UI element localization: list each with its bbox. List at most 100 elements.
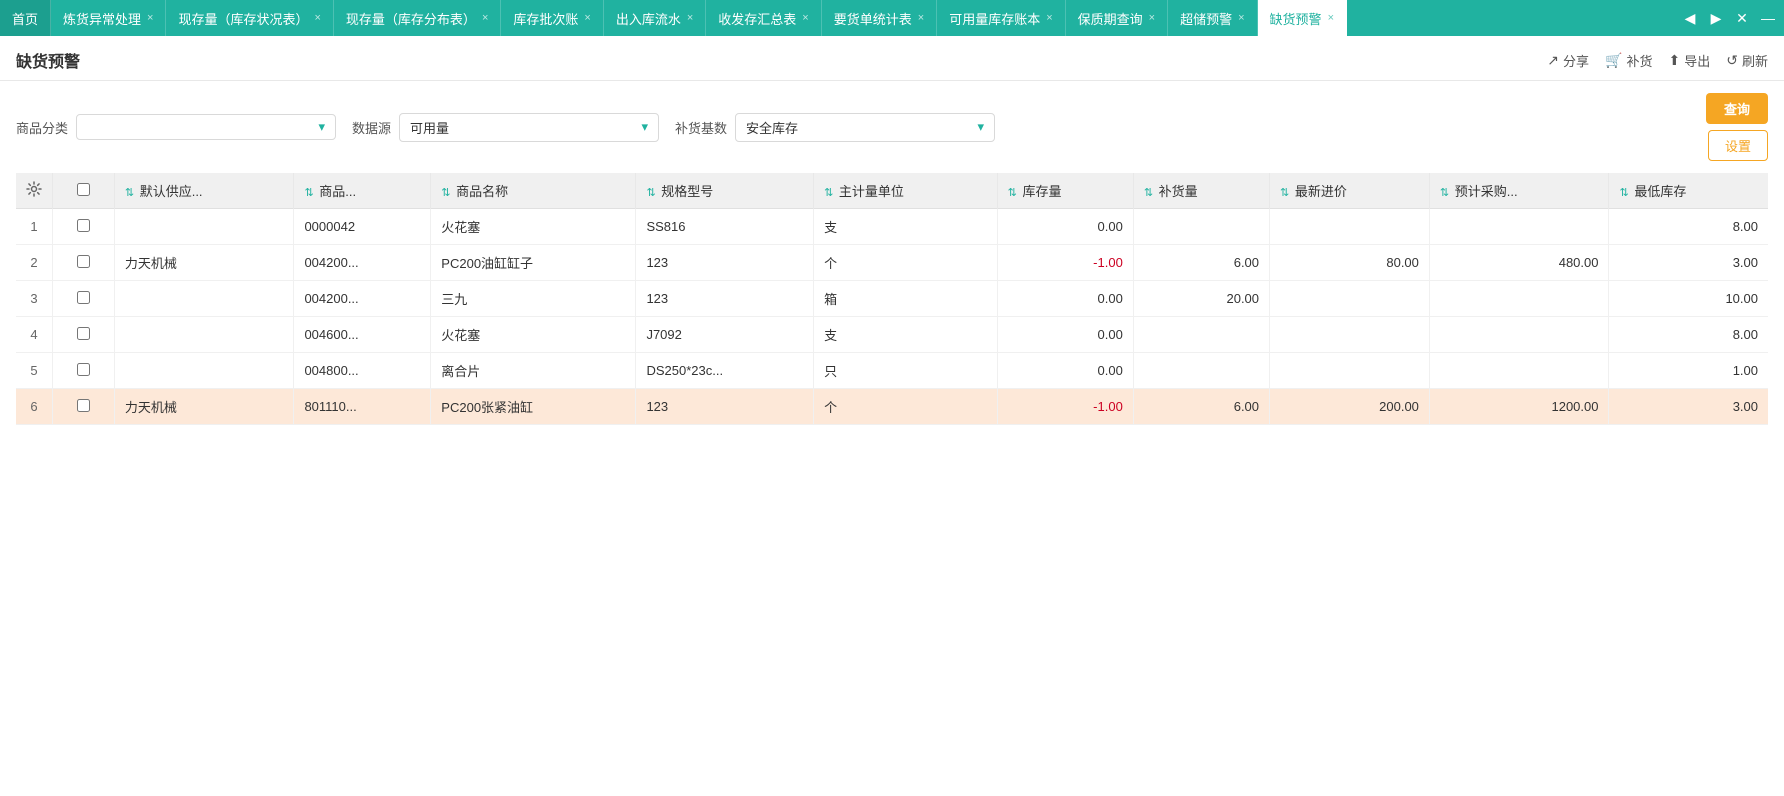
- column-default-supplier-label: 默认供应...: [140, 184, 203, 199]
- refresh-icon: ↺: [1726, 52, 1738, 69]
- row-est-purchase-3: [1429, 281, 1609, 317]
- tab-order-stat-close[interactable]: ×: [918, 12, 924, 24]
- tab-exception-close[interactable]: ×: [147, 12, 153, 24]
- sort-unit-icon: ⇅: [824, 187, 833, 199]
- data-table: ⇅ 默认供应... ⇅ 商品... ⇅ 商品名称 ⇅ 规格型号: [16, 173, 1768, 425]
- row-checkbox-4[interactable]: [53, 317, 115, 353]
- row-supplier-4: [114, 317, 294, 353]
- column-latest-price-label: 最新进价: [1295, 184, 1347, 199]
- tab-home[interactable]: 首页: [0, 0, 51, 36]
- column-checkbox[interactable]: [53, 173, 115, 209]
- column-gear[interactable]: [16, 173, 53, 209]
- tab-exception-label: 炼货异常处理: [63, 9, 141, 28]
- tab-available-ledger[interactable]: 可用量库存账本 ×: [937, 0, 1065, 36]
- row-checkbox-5[interactable]: [53, 353, 115, 389]
- main-content: 缺货预警 ↗ 分享 🛒 补货 ⬆ 导出 ↺ 刷新 商品分类: [0, 36, 1784, 796]
- row-stock-qty-5: 0.00: [997, 353, 1133, 389]
- sort-latest-price-icon: ⇅: [1280, 187, 1289, 199]
- tab-nav-buttons: ◀ ▶ ✕ —: [1674, 6, 1784, 30]
- tab-inout-flow-label: 出入库流水: [616, 9, 681, 28]
- table-row: 3 004200... 三九 123 箱 0.00 20.00 10.00: [16, 281, 1768, 317]
- column-unit[interactable]: ⇅ 主计量单位: [814, 173, 998, 209]
- settings-button[interactable]: 设置: [1708, 130, 1768, 161]
- page-title: 缺货预警: [16, 48, 80, 72]
- column-min-stock-label: 最低库存: [1634, 184, 1686, 199]
- tab-batch-account[interactable]: 库存批次账 ×: [501, 0, 603, 36]
- row-supplier-1: [114, 209, 294, 245]
- row-spec-2: 123: [636, 245, 814, 281]
- row-min-stock-5: 1.00: [1609, 353, 1768, 389]
- share-icon: ↗: [1547, 52, 1559, 69]
- replenish-button[interactable]: 🛒 补货: [1605, 51, 1652, 70]
- tab-collect-summary[interactable]: 收发存汇总表 ×: [706, 0, 821, 36]
- row-unit-3: 箱: [814, 281, 998, 317]
- row-est-purchase-5: [1429, 353, 1609, 389]
- export-label: 导出: [1684, 51, 1710, 70]
- tab-exception[interactable]: 炼货异常处理 ×: [51, 0, 166, 36]
- row-num-4: 4: [16, 317, 53, 353]
- row-checkbox-3[interactable]: [53, 281, 115, 317]
- query-button[interactable]: 查询: [1706, 93, 1768, 124]
- column-product-code[interactable]: ⇅ 商品...: [294, 173, 431, 209]
- row-est-purchase-4: [1429, 317, 1609, 353]
- row-num-5: 5: [16, 353, 53, 389]
- tab-close-all-btn[interactable]: ✕: [1730, 6, 1754, 30]
- tab-overstock-close[interactable]: ×: [1238, 12, 1244, 24]
- row-min-stock-1: 8.00: [1609, 209, 1768, 245]
- tab-prev-btn[interactable]: ◀: [1678, 6, 1702, 30]
- row-stock-qty-6: -1.00: [997, 389, 1133, 425]
- row-replenish-qty-6: 6.00: [1133, 389, 1269, 425]
- tab-stock-dist[interactable]: 现存量（库存分布表） ×: [334, 0, 501, 36]
- tab-batch-account-close[interactable]: ×: [584, 12, 590, 24]
- tab-next-btn[interactable]: ▶: [1704, 6, 1728, 30]
- datasource-value: 可用量: [410, 118, 449, 137]
- export-button[interactable]: ⬆ 导出: [1669, 51, 1711, 70]
- share-button[interactable]: ↗ 分享: [1547, 51, 1589, 70]
- tab-shortage-close[interactable]: ×: [1328, 12, 1334, 24]
- row-checkbox-1[interactable]: [53, 209, 115, 245]
- row-replenish-qty-5: [1133, 353, 1269, 389]
- tab-stock-dist-close[interactable]: ×: [482, 12, 488, 24]
- filter-right-buttons: 查询 设置: [1706, 93, 1768, 161]
- row-checkbox-2[interactable]: [53, 245, 115, 281]
- column-latest-price[interactable]: ⇅ 最新进价: [1270, 173, 1430, 209]
- table-row: 4 004600... 火花塞 J7092 支 0.00 8.00: [16, 317, 1768, 353]
- column-min-stock[interactable]: ⇅ 最低库存: [1609, 173, 1768, 209]
- tab-home-label: 首页: [12, 9, 38, 28]
- tab-bar: 首页 炼货异常处理 × 现存量（库存状况表） × 现存量（库存分布表） × 库存…: [0, 0, 1784, 36]
- tab-expiry-query[interactable]: 保质期查询 ×: [1066, 0, 1168, 36]
- tab-collect-summary-close[interactable]: ×: [802, 12, 808, 24]
- category-select[interactable]: ▾: [76, 114, 336, 140]
- column-product-name[interactable]: ⇅ 商品名称: [431, 173, 636, 209]
- tab-overstock[interactable]: 超储预警 ×: [1168, 0, 1257, 36]
- row-unit-5: 只: [814, 353, 998, 389]
- tab-shortage[interactable]: 缺货预警 ×: [1258, 0, 1347, 36]
- tab-stock-status-close[interactable]: ×: [314, 12, 320, 24]
- tab-order-stat[interactable]: 要货单统计表 ×: [822, 0, 937, 36]
- select-all-checkbox[interactable]: [77, 183, 90, 196]
- row-product-code-2: 004200...: [294, 245, 431, 281]
- row-product-name-5: 离合片: [431, 353, 636, 389]
- row-spec-5: DS250*23c...: [636, 353, 814, 389]
- header-actions: ↗ 分享 🛒 补货 ⬆ 导出 ↺ 刷新: [1547, 51, 1768, 70]
- tab-stock-status[interactable]: 现存量（库存状况表） ×: [166, 0, 333, 36]
- column-stock-qty[interactable]: ⇅ 库存量: [997, 173, 1133, 209]
- tab-expiry-query-close[interactable]: ×: [1149, 12, 1155, 24]
- tab-inout-flow[interactable]: 出入库流水 ×: [604, 0, 706, 36]
- column-spec[interactable]: ⇅ 规格型号: [636, 173, 814, 209]
- tab-stock-status-label: 现存量（库存状况表）: [178, 9, 308, 28]
- datasource-select[interactable]: 可用量 ▾: [399, 113, 659, 142]
- replenish-base-filter-group: 补货基数 安全库存 ▾: [675, 113, 995, 142]
- column-replenish-qty[interactable]: ⇅ 补货量: [1133, 173, 1269, 209]
- replenish-base-arrow-icon: ▾: [978, 119, 985, 135]
- tab-minimize-btn[interactable]: —: [1756, 6, 1780, 30]
- row-checkbox-6[interactable]: [53, 389, 115, 425]
- tab-inout-flow-close[interactable]: ×: [687, 12, 693, 24]
- sort-min-stock-icon: ⇅: [1619, 187, 1628, 199]
- column-default-supplier[interactable]: ⇅ 默认供应...: [114, 173, 294, 209]
- replenish-base-select[interactable]: 安全库存 ▾: [735, 113, 995, 142]
- column-est-purchase[interactable]: ⇅ 预计采购...: [1429, 173, 1609, 209]
- row-stock-qty-1: 0.00: [997, 209, 1133, 245]
- tab-available-ledger-close[interactable]: ×: [1046, 12, 1052, 24]
- refresh-button[interactable]: ↺ 刷新: [1726, 51, 1768, 70]
